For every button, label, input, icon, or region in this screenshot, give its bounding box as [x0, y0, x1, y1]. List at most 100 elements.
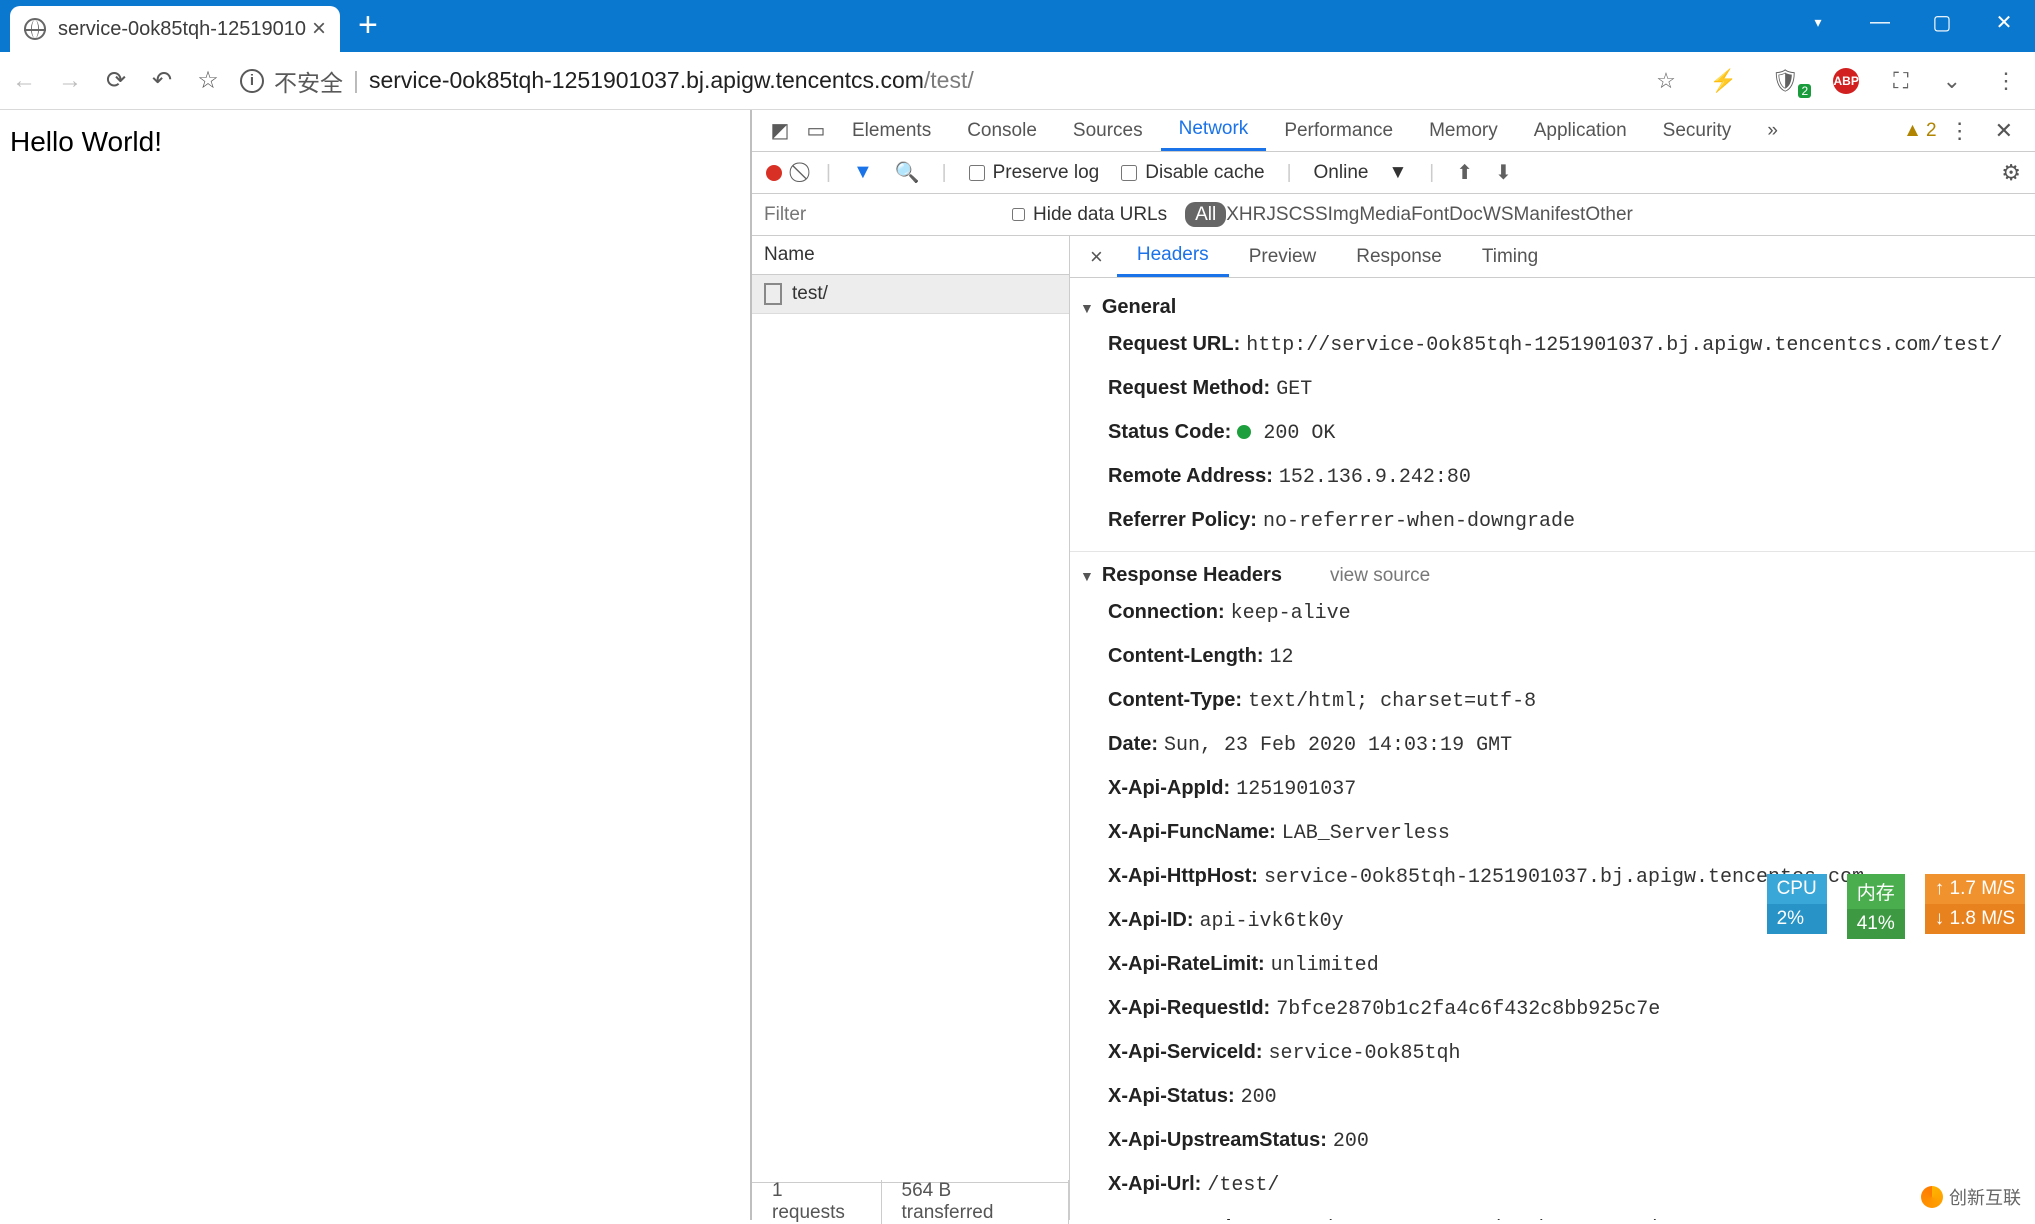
header-row: Connection:keep-alive	[1080, 591, 2025, 635]
detail-tab-preview[interactable]: Preview	[1229, 236, 1337, 277]
warning-badge[interactable]: ▲ 2	[1903, 120, 1936, 142]
filter-type-manifest[interactable]: Manifest	[1514, 204, 1586, 225]
filter-type-media[interactable]: Media	[1359, 204, 1411, 225]
abp-icon[interactable]: ABP	[1825, 68, 1867, 94]
header-row: X-Request-Id:607242eb-e314-4ce8-8eb6-d5e…	[1080, 1207, 2025, 1220]
record-icon[interactable]	[766, 165, 782, 181]
minimize-icon[interactable]: —	[1849, 0, 1911, 44]
filter-type-font[interactable]: Font	[1411, 204, 1449, 225]
reload-icon[interactable]: ⟳	[102, 66, 130, 95]
upload-har-icon[interactable]: ⬆	[1456, 160, 1473, 185]
header-row: Remote Address:152.136.9.242:80	[1080, 455, 2025, 499]
net-down: ↓ 1.8 M/S	[1925, 904, 2025, 934]
search-icon[interactable]: 🔍	[895, 160, 920, 185]
page-content: Hello World!	[0, 110, 752, 1220]
filter-type-js[interactable]: JS	[1266, 204, 1288, 225]
chevrons-down-icon[interactable]: ⌄	[1935, 68, 1969, 94]
net-up: ↑ 1.7 M/S	[1925, 874, 2025, 904]
request-detail: × HeadersPreviewResponseTiming ▼General …	[1070, 236, 2035, 1220]
header-row: Request Method:GET	[1080, 367, 2025, 411]
devtools-panel: ◩ ▭ ElementsConsoleSourcesNetworkPerform…	[752, 110, 2035, 1220]
header-row: Date:Sun, 23 Feb 2020 14:03:19 GMT	[1080, 723, 2025, 767]
filter-toggle-icon[interactable]: ▼	[853, 161, 873, 184]
undo-icon[interactable]: ↶	[148, 66, 176, 95]
filter-type-ws[interactable]: WS	[1483, 204, 1514, 225]
name-column-header[interactable]: Name	[752, 236, 1069, 275]
devtools-tab-console[interactable]: Console	[949, 110, 1055, 151]
filter-type-img[interactable]: Img	[1328, 204, 1360, 225]
watermark: 创新互联	[1921, 1184, 2021, 1210]
devtools-close-icon[interactable]: ✕	[1983, 118, 2025, 144]
network-filter-bar: Hide data URLs AllXHRJSCSSImgMediaFontDo…	[752, 194, 2035, 236]
back-icon[interactable]: ←	[10, 67, 38, 95]
detail-tab-timing[interactable]: Timing	[1462, 236, 1558, 277]
filter-input[interactable]	[764, 204, 994, 226]
new-tab-button[interactable]: +	[340, 0, 396, 51]
hide-data-urls-checkbox[interactable]: Hide data URLs	[1012, 204, 1167, 226]
close-window-icon[interactable]: ✕	[1973, 0, 2035, 44]
gear-icon[interactable]: ⚙	[2001, 160, 2021, 186]
screenshot-icon[interactable]: ⛶	[1885, 68, 1916, 94]
request-row[interactable]: test/	[752, 275, 1069, 314]
devtools-tabbar: ◩ ▭ ElementsConsoleSourcesNetworkPerform…	[752, 110, 2035, 152]
header-row: Content-Length:12	[1080, 635, 2025, 679]
header-row: Content-Type:text/html; charset=utf-8	[1080, 679, 2025, 723]
devtools-tab-performance[interactable]: Performance	[1266, 110, 1411, 151]
header-row: Referrer Policy:no-referrer-when-downgra…	[1080, 499, 2025, 543]
devtools-tab-security[interactable]: Security	[1645, 110, 1750, 151]
filter-type-doc[interactable]: Doc	[1449, 204, 1483, 225]
devtools-tab-network[interactable]: Network	[1161, 110, 1267, 151]
header-row: X-Api-Status:200	[1080, 1075, 2025, 1119]
maximize-icon[interactable]: ▢	[1911, 0, 1973, 44]
globe-icon	[24, 18, 46, 40]
devtools-tab-elements[interactable]: Elements	[834, 110, 949, 151]
detail-tabbar: × HeadersPreviewResponseTiming	[1070, 236, 2035, 278]
preserve-log-checkbox[interactable]: Preserve log	[969, 162, 1100, 184]
view-source-link[interactable]: view source	[1330, 565, 1430, 587]
browser-tab[interactable]: service-0ok85tqh-1251901037 ×	[10, 6, 340, 52]
status-dot-icon	[1237, 425, 1251, 439]
info-icon[interactable]: i	[240, 69, 264, 93]
filter-type-xhr[interactable]: XHR	[1226, 204, 1266, 225]
devtools-tab-sources[interactable]: Sources	[1055, 110, 1161, 151]
header-row: X-Api-AppId:1251901037	[1080, 767, 2025, 811]
header-row: Request URL:http://service-0ok85tqh-1251…	[1080, 323, 2025, 367]
cpu-label: CPU	[1767, 874, 1827, 904]
general-section: ▼General Request URL:http://service-0ok8…	[1070, 284, 2035, 551]
devtools-menu-icon[interactable]: ⋮	[1937, 118, 1983, 144]
request-count: 1 requests	[752, 1180, 882, 1224]
window-titlebar: service-0ok85tqh-1251901037 × + ▾ — ▢ ✕	[0, 0, 2035, 52]
filter-type-all[interactable]: All	[1185, 202, 1226, 227]
extension-icon[interactable]: 🛡2	[1763, 68, 1807, 94]
detail-tab-headers[interactable]: Headers	[1117, 236, 1229, 277]
filter-type-css[interactable]: CSS	[1289, 204, 1328, 225]
throttling-select[interactable]: Online▼	[1314, 162, 1408, 184]
request-name: test/	[792, 283, 828, 305]
tab-title: service-0ok85tqh-1251901037	[58, 18, 306, 41]
tabs-dropdown-icon[interactable]: ▾	[1787, 0, 1849, 44]
response-headers-header[interactable]: ▼Response Headersview source	[1080, 560, 2025, 591]
header-row: X-Api-RateLimit:unlimited	[1080, 943, 2025, 987]
network-status-bar: 1 requests 564 B transferred	[752, 1182, 1069, 1220]
close-tab-icon[interactable]: ×	[306, 15, 326, 43]
disable-cache-checkbox[interactable]: Disable cache	[1121, 162, 1264, 184]
forward-icon[interactable]: →	[56, 67, 84, 95]
close-detail-icon[interactable]: ×	[1076, 244, 1117, 270]
menu-icon[interactable]: ⋮	[1987, 68, 2025, 94]
general-header[interactable]: ▼General	[1080, 292, 2025, 323]
device-toggle-icon[interactable]: ▭	[798, 118, 834, 143]
bookmark-page-icon[interactable]: ☆	[1648, 68, 1684, 94]
bolt-icon[interactable]: ⚡	[1702, 68, 1745, 94]
header-row: X-Api-UpstreamStatus:200	[1080, 1119, 2025, 1163]
download-har-icon[interactable]: ⬇	[1495, 160, 1512, 185]
url-field[interactable]: i 不安全 | service-0ok85tqh-1251901037.bj.a…	[240, 64, 1630, 98]
devtools-tab-memory[interactable]: Memory	[1411, 110, 1516, 151]
detail-tab-response[interactable]: Response	[1336, 236, 1462, 277]
bookmark-star-icon[interactable]: ☆	[194, 66, 222, 95]
watermark-logo-icon	[1921, 1186, 1943, 1208]
tabs-overflow-icon[interactable]: »	[1749, 110, 1796, 151]
devtools-tab-application[interactable]: Application	[1516, 110, 1645, 151]
inspect-icon[interactable]: ◩	[762, 118, 798, 143]
filter-type-other[interactable]: Other	[1585, 204, 1633, 225]
header-row: X-Api-ServiceId:service-0ok85tqh	[1080, 1031, 2025, 1075]
